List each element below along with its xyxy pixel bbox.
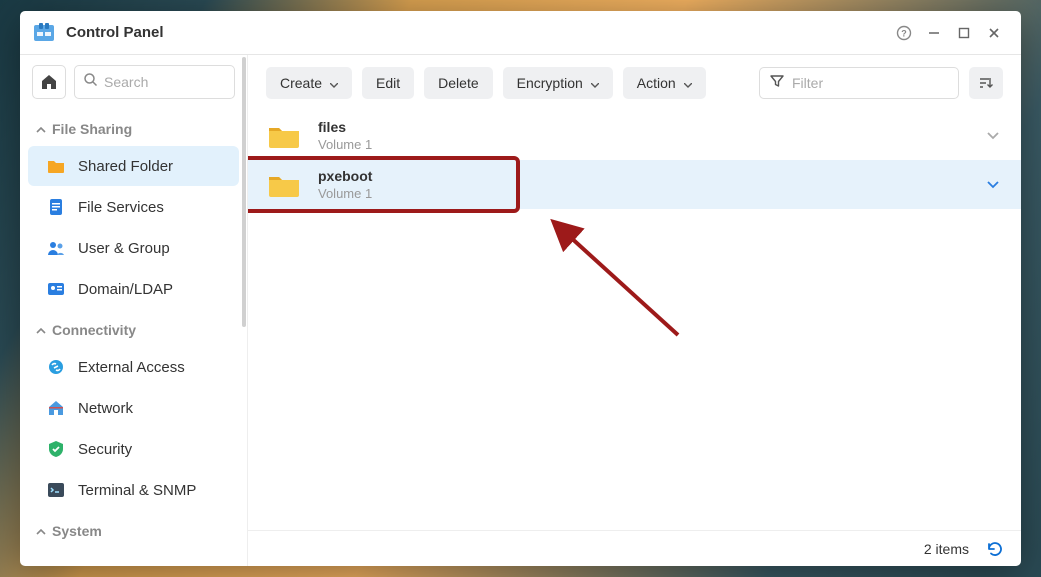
filter-box[interactable]	[759, 67, 959, 99]
people-blue-icon	[46, 238, 66, 258]
status-bar: 2 items	[248, 530, 1021, 566]
chevron-up-icon	[36, 523, 46, 539]
home-button[interactable]	[32, 65, 66, 99]
encryption-button[interactable]: Encryption	[503, 67, 613, 99]
app-icon	[32, 21, 56, 45]
caret-down-icon	[330, 75, 338, 91]
house-blue-icon	[46, 398, 66, 418]
create-button[interactable]: Create	[266, 67, 352, 99]
sidebar-item-user-group[interactable]: User & Group	[28, 228, 239, 268]
sidebar-item-terminal-snmp[interactable]: Terminal & SNMP	[28, 470, 239, 510]
sidebar-scrollbar[interactable]	[241, 55, 247, 566]
nav-group-label: File Sharing	[52, 121, 132, 137]
action-button[interactable]: Action	[623, 67, 706, 99]
doc-blue-icon	[46, 197, 66, 217]
sidebar-item-label: Network	[78, 400, 133, 417]
link-blue-icon	[46, 357, 66, 377]
filter-input[interactable]	[792, 75, 948, 91]
folder-icon	[266, 121, 302, 151]
sidebar-item-label: Terminal & SNMP	[78, 482, 196, 499]
refresh-button[interactable]	[983, 537, 1007, 561]
sidebar-item-label: Domain/LDAP	[78, 281, 173, 298]
window-title: Control Panel	[66, 24, 889, 41]
sidebar-nav: File Sharing Shared Folder File Services Us…	[20, 109, 247, 557]
filter-icon	[770, 74, 784, 93]
folder-row[interactable]: files Volume 1	[248, 111, 1021, 160]
nav-group-header[interactable]: System	[20, 511, 247, 547]
caret-down-icon	[684, 75, 692, 91]
sidebar-item-label: External Access	[78, 359, 185, 376]
titlebar: Control Panel ?	[20, 11, 1021, 55]
maximize-button[interactable]	[949, 18, 979, 48]
nav-group-label: Connectivity	[52, 322, 136, 338]
main-panel: Create Edit Delete Encryption Action	[248, 55, 1021, 566]
sidebar-item-network[interactable]: Network	[28, 388, 239, 428]
control-panel-window: Control Panel ?	[20, 11, 1021, 566]
svg-text:?: ?	[901, 28, 907, 38]
card-blue-icon	[46, 279, 66, 299]
sidebar: File Sharing Shared Folder File Services Us…	[20, 55, 248, 566]
minimize-button[interactable]	[919, 18, 949, 48]
chevron-up-icon	[36, 121, 46, 137]
folder-orange-icon	[46, 156, 66, 176]
sidebar-item-label: Shared Folder	[78, 158, 173, 175]
sidebar-item-label: User & Group	[78, 240, 170, 257]
chevron-up-icon	[36, 322, 46, 338]
search-input[interactable]	[104, 74, 226, 90]
delete-label: Delete	[438, 75, 478, 91]
sort-button[interactable]	[969, 67, 1003, 99]
nav-group-header[interactable]: Connectivity	[20, 310, 247, 346]
sidebar-item-label: Security	[78, 441, 132, 458]
folder-list: filesVolume 1pxebootVolume 1	[248, 111, 1021, 530]
close-button[interactable]	[979, 18, 1009, 48]
create-label: Create	[280, 75, 322, 91]
action-label: Action	[637, 75, 676, 91]
search-icon	[83, 72, 98, 92]
edit-button[interactable]: Edit	[362, 67, 414, 99]
sidebar-item-shared-folder[interactable]: Shared Folder	[28, 146, 239, 186]
sidebar-item-security[interactable]: Security	[28, 429, 239, 469]
nav-group-header[interactable]: File Sharing	[20, 109, 247, 145]
delete-button[interactable]: Delete	[424, 67, 492, 99]
sidebar-scroll-thumb[interactable]	[242, 57, 246, 327]
search-box[interactable]	[74, 65, 235, 99]
caret-down-icon	[591, 75, 599, 91]
chevron-down-icon[interactable]	[983, 175, 1003, 195]
nav-group-label: System	[52, 523, 102, 539]
encryption-label: Encryption	[517, 75, 583, 91]
sidebar-item-domain-ldap[interactable]: Domain/LDAP	[28, 269, 239, 309]
sidebar-item-external-access[interactable]: External Access	[28, 347, 239, 387]
folder-name: files	[318, 119, 967, 135]
sidebar-item-label: File Services	[78, 199, 164, 216]
terminal-dark-icon	[46, 480, 66, 500]
sidebar-item-file-services[interactable]: File Services	[28, 187, 239, 227]
toolbar: Create Edit Delete Encryption Action	[248, 55, 1021, 111]
shield-green-icon	[46, 439, 66, 459]
help-button[interactable]: ?	[889, 18, 919, 48]
item-count: 2 items	[924, 541, 969, 557]
chevron-down-icon[interactable]	[983, 126, 1003, 146]
annotation-highlight	[248, 156, 520, 213]
folder-info: files Volume 1	[318, 119, 967, 152]
edit-label: Edit	[376, 75, 400, 91]
folder-volume: Volume 1	[318, 137, 967, 152]
